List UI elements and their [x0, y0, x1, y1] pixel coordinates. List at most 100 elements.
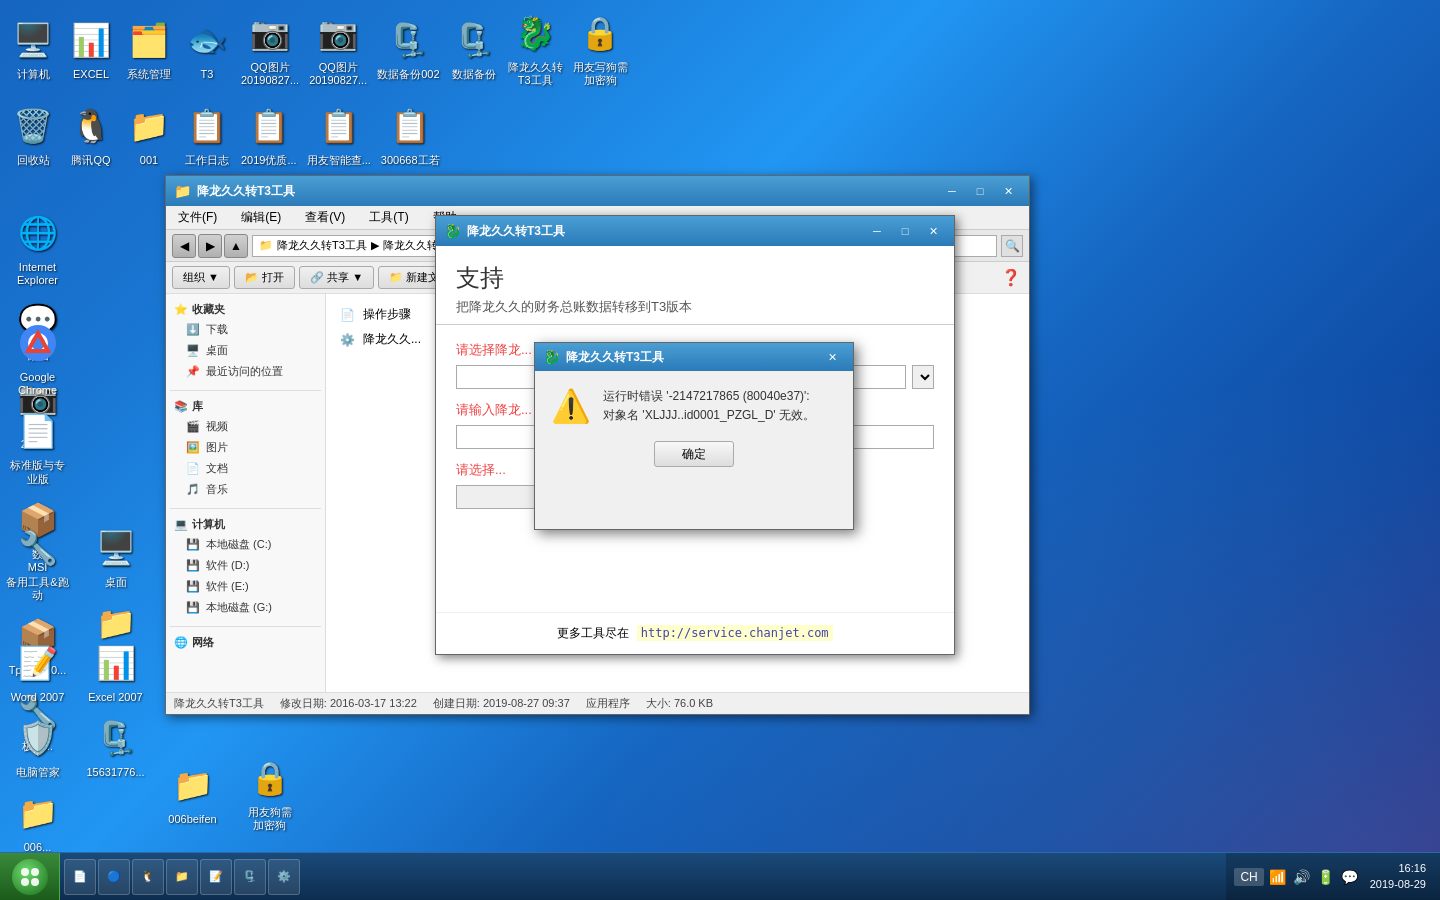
- desktop-icon-jltools[interactable]: 🐉 降龙久久转T3工具: [504, 5, 567, 91]
- desktop-icon-excel[interactable]: 📊 EXCEL: [63, 5, 119, 91]
- desktop-icon-computer[interactable]: 🖥️ 计算机: [5, 5, 61, 91]
- network-header[interactable]: 🌐 网络: [170, 631, 321, 652]
- tray-clock: 16:16 2019-08-29: [1364, 861, 1432, 892]
- dialog-title: 降龙久久转T3工具: [566, 349, 819, 366]
- taskbar-item-settings[interactable]: ⚙️: [268, 859, 300, 895]
- taskbar-item-qq[interactable]: 🐧: [132, 859, 164, 895]
- taskbar-item-folder[interactable]: 📁: [166, 859, 198, 895]
- taskbar-item-pdf[interactable]: 📄: [64, 859, 96, 895]
- forward-button[interactable]: ▶: [198, 234, 222, 258]
- status-selected: 降龙久久转T3工具: [174, 696, 264, 711]
- app-minimize-button[interactable]: ─: [864, 221, 890, 241]
- app-close-button[interactable]: ✕: [920, 221, 946, 241]
- computer-header[interactable]: 💻 计算机: [170, 513, 321, 534]
- taskbar-item-archive[interactable]: 🗜️: [234, 859, 266, 895]
- sidebar-item-c-drive[interactable]: 💾 本地磁盘 (C:): [170, 534, 321, 555]
- app-title: 降龙久久转T3工具: [467, 223, 864, 240]
- ok-button[interactable]: 确定: [654, 441, 734, 467]
- desktop-icon-word2007[interactable]: 📝 Word 2007: [0, 635, 75, 708]
- favorites-header[interactable]: ⭐ 收藏夹: [170, 298, 321, 319]
- sidebar-item-download[interactable]: ⬇️ 下载: [170, 319, 321, 340]
- taskbar-item-chrome[interactable]: 🔵: [98, 859, 130, 895]
- warning-icon: ⚠️: [551, 387, 591, 425]
- app-maximize-button[interactable]: □: [892, 221, 918, 241]
- desktop-icon-worklog[interactable]: 📋 工作日志: [179, 98, 235, 171]
- dialog-titlebar[interactable]: 🐉 降龙久久转T3工具 ✕: [535, 343, 853, 371]
- library-header[interactable]: 📚 库: [170, 395, 321, 416]
- sidebar-item-desktop[interactable]: 🖥️ 桌面: [170, 340, 321, 361]
- tray-speaker-icon[interactable]: 🔊: [1292, 867, 1312, 887]
- sidebar-item-pictures[interactable]: 🖼️ 图片: [170, 437, 321, 458]
- desktop-icon-300668[interactable]: 📋 300668工若: [377, 98, 444, 171]
- desktop-icon-ie[interactable]: 🌐 InternetExplorer: [0, 205, 75, 291]
- taskbar-item-word[interactable]: 📝: [200, 859, 232, 895]
- menu-edit[interactable]: 编辑(E): [233, 207, 289, 228]
- desktop-icon-pcmaster[interactable]: 🛡️ 电脑管家: [0, 710, 75, 783]
- start-button[interactable]: [0, 853, 60, 901]
- tray-notification-icon[interactable]: 💬: [1340, 867, 1360, 887]
- desktop-icon-standard[interactable]: 📄 标准版与专业版: [0, 403, 75, 489]
- error-dialog: 🐉 降龙久久转T3工具 ✕ ⚠️ 运行时错误 '-2147217865 (800…: [534, 342, 854, 530]
- up-button[interactable]: ▲: [224, 234, 248, 258]
- desktop-icon-backup002[interactable]: 🗜️ 数据备份002: [373, 5, 443, 91]
- desktop-icon-ufida[interactable]: 📋 用友智能查...: [303, 98, 375, 171]
- desktop-icon-chrome[interactable]: GoogleChrome: [0, 315, 75, 401]
- help-icon[interactable]: ❓: [999, 266, 1023, 290]
- favorites-section: ⭐ 收藏夹 ⬇️ 下载 🖥️ 桌面 📌 最近访问的位置: [170, 298, 321, 382]
- video-icon: 🎬: [186, 420, 200, 433]
- download-icon: ⬇️: [186, 323, 200, 336]
- dialog-close-button[interactable]: ✕: [819, 347, 845, 367]
- desktop-icon-backup[interactable]: 🗜️ 数据备份: [446, 5, 502, 91]
- back-button[interactable]: ◀: [172, 234, 196, 258]
- menu-tools[interactable]: 工具(T): [361, 207, 416, 228]
- app-header-title: 支持: [456, 262, 934, 294]
- desktop-icon-recycle[interactable]: 🗑️ 回收站: [5, 98, 61, 171]
- desktop-icon-tools[interactable]: 🔧 备用工具&跑动: [0, 520, 75, 606]
- menu-file[interactable]: 文件(F): [170, 207, 225, 228]
- clock-time: 16:16: [1370, 861, 1426, 876]
- sidebar-item-d-drive[interactable]: 💾 软件 (D:): [170, 555, 321, 576]
- sidebar-item-g-drive[interactable]: 💾 本地磁盘 (G:): [170, 597, 321, 618]
- sidebar-item-e-drive[interactable]: 💾 软件 (E:): [170, 576, 321, 597]
- organize-button[interactable]: 组织 ▼: [172, 266, 230, 289]
- sidebar-item-video[interactable]: 🎬 视频: [170, 416, 321, 437]
- desktop-icon-qq[interactable]: 🐧 腾讯QQ: [63, 98, 119, 171]
- desktop-icon-001[interactable]: 📁 001: [121, 98, 177, 171]
- search-button[interactable]: 🔍: [1001, 235, 1023, 257]
- desktop-icon-2019[interactable]: 📋 2019优质...: [237, 98, 301, 171]
- drive-icon-e: 💾: [186, 580, 200, 593]
- maximize-button[interactable]: □: [967, 181, 993, 201]
- sidebar-item-docs[interactable]: 📄 文档: [170, 458, 321, 479]
- menu-view[interactable]: 查看(V): [297, 207, 353, 228]
- desktop-icon-006beif[interactable]: 📁 006beifen: [155, 750, 230, 836]
- desktop-icon-excel2007[interactable]: 📊 Excel 2007: [78, 635, 153, 708]
- app-titlebar[interactable]: 🐉 降龙久久转T3工具 ─ □ ✕: [436, 216, 954, 246]
- network-section: 🌐 网络: [170, 631, 321, 652]
- open-button[interactable]: 📂 打开: [234, 266, 295, 289]
- drive-icon: 💾: [186, 538, 200, 551]
- desktop-icon-qq2[interactable]: 📷 QQ图片20190827...: [305, 5, 371, 91]
- desktop-icon-encrypt[interactable]: 🔒 用友写狗需加密狗: [569, 5, 632, 91]
- section1-select[interactable]: [912, 365, 934, 389]
- sidebar-item-music[interactable]: 🎵 音乐: [170, 479, 321, 500]
- taskbar-items: 📄 🔵 🐧 📁 📝 🗜️ ⚙️: [60, 853, 1226, 900]
- footer-link[interactable]: http://service.chanjet.com: [637, 625, 833, 641]
- desktop-icon-sysadmin[interactable]: 🗂️ 系统管理: [121, 5, 177, 91]
- minimize-button[interactable]: ─: [939, 181, 965, 201]
- sidebar-item-recent[interactable]: 📌 最近访问的位置: [170, 361, 321, 382]
- share-button[interactable]: 🔗 共享 ▼: [299, 266, 374, 289]
- desktop-icon-15631776a[interactable]: 🗜️ 15631776...: [78, 710, 153, 783]
- file-explorer-title: 降龙久久转T3工具: [197, 183, 939, 200]
- app-footer: 更多工具尽在 http://service.chanjet.com: [436, 612, 954, 654]
- desktop-icon-desktop[interactable]: 🖥️ 桌面: [78, 520, 153, 593]
- close-button[interactable]: ✕: [995, 181, 1021, 201]
- file-explorer-titlebar[interactable]: 📁 降龙久久转T3工具 ─ □ ✕: [166, 176, 1029, 206]
- desktop-icon-ufida2[interactable]: 🔒 用友狗需加密狗: [232, 750, 307, 836]
- music-icon: 🎵: [186, 483, 200, 496]
- start-orb: [12, 859, 48, 895]
- folder-taskbar-icon: 📁: [175, 870, 189, 883]
- desktop-icon-qq1[interactable]: 📷 QQ图片20190827...: [237, 5, 303, 91]
- desktop-icon-t3[interactable]: 🐟 T3: [179, 5, 235, 91]
- desktop-icon-006b[interactable]: 📁 006...: [0, 785, 75, 858]
- tray-language[interactable]: CH: [1234, 868, 1263, 886]
